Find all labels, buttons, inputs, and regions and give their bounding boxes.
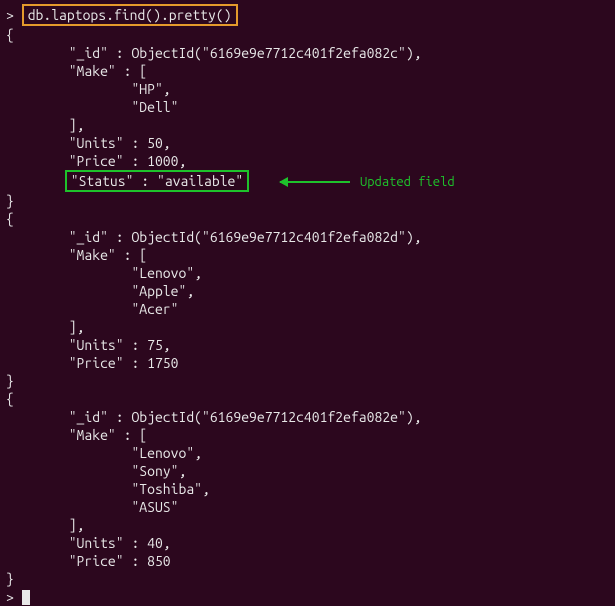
arrow-icon xyxy=(280,181,350,183)
doc1-make-0: "HP", xyxy=(6,80,609,98)
command-highlight-box: db.laptops.find().pretty() xyxy=(22,4,238,26)
doc1-make-1: "Dell" xyxy=(6,98,609,116)
doc1-price: "Price" : 1000, xyxy=(6,152,609,170)
doc3-id: "_id" : ObjectId("6169e9e7712c401f2efa08… xyxy=(6,408,609,426)
doc3-units: "Units" : 40, xyxy=(6,534,609,552)
doc3-make-close: ], xyxy=(6,516,609,534)
doc2-make-close: ], xyxy=(6,318,609,336)
doc2-make-0: "Lenovo", xyxy=(6,264,609,282)
cursor-block xyxy=(22,590,30,605)
prompt-symbol-2: > xyxy=(6,589,14,605)
status-text: "Status" : "available" xyxy=(71,173,243,189)
doc3-open: { xyxy=(6,390,609,408)
doc1-make-open: "Make" : [ xyxy=(6,62,609,80)
doc3-make-2: "Toshiba", xyxy=(6,480,609,498)
status-indent xyxy=(6,173,69,189)
doc2-units: "Units" : 75, xyxy=(6,336,609,354)
prompt-line-2[interactable]: > xyxy=(6,588,609,606)
command-text: db.laptops.find().pretty() xyxy=(28,7,232,23)
status-highlight-box: "Status" : "available" xyxy=(65,170,249,192)
annotation-label: Updated field xyxy=(360,173,455,191)
doc1-units: "Units" : 50, xyxy=(6,134,609,152)
doc2-make-2: "Acer" xyxy=(6,300,609,318)
doc3-make-3: "ASUS" xyxy=(6,498,609,516)
doc1-open: { xyxy=(6,26,609,44)
doc3-make-0: "Lenovo", xyxy=(6,444,609,462)
doc3-price: "Price" : 850 xyxy=(6,552,609,570)
doc2-price: "Price" : 1750 xyxy=(6,354,609,372)
doc2-close: } xyxy=(6,372,609,390)
doc3-make-1: "Sony", xyxy=(6,462,609,480)
doc2-id: "_id" : ObjectId("6169e9e7712c401f2efa08… xyxy=(6,228,609,246)
prompt-line[interactable]: > db.laptops.find().pretty() xyxy=(6,4,609,26)
doc2-make-1: "Apple", xyxy=(6,282,609,300)
doc1-close: } xyxy=(6,192,609,210)
doc3-make-open: "Make" : [ xyxy=(6,426,609,444)
doc2-open: { xyxy=(6,210,609,228)
prompt-symbol: > xyxy=(6,7,14,23)
annotation: Updated field xyxy=(280,173,455,191)
doc1-id: "_id" : ObjectId("6169e9e7712c401f2efa08… xyxy=(6,44,609,62)
doc3-close: } xyxy=(6,570,609,588)
doc1-make-close: ], xyxy=(6,116,609,134)
doc2-make-open: "Make" : [ xyxy=(6,246,609,264)
